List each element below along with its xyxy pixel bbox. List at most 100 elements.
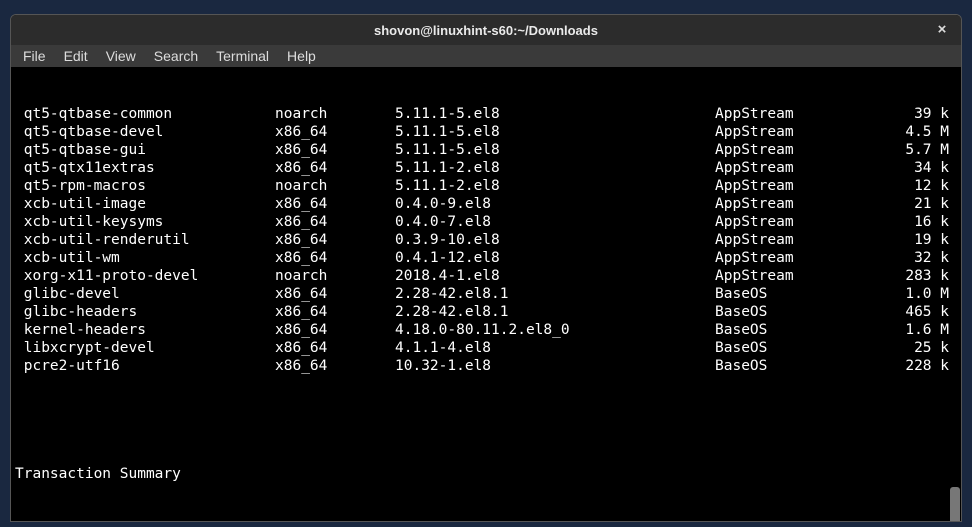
pkg-size: 16 k <box>885 213 957 231</box>
summary-heading: Transaction Summary <box>15 465 957 483</box>
menu-view[interactable]: View <box>106 48 136 64</box>
package-row: pcre2-utf16x86_6410.32-1.el8BaseOS228 k <box>15 357 957 375</box>
pkg-version: 5.11.1-2.el8 <box>395 159 715 177</box>
pkg-name: qt5-qtbase-gui <box>15 141 275 159</box>
pkg-version: 0.4.0-9.el8 <box>395 195 715 213</box>
pkg-name: qt5-qtbase-common <box>15 105 275 123</box>
pkg-name: xcb-util-keysyms <box>15 213 275 231</box>
pkg-size: 1.6 M <box>885 321 957 339</box>
pkg-repo: BaseOS <box>715 303 885 321</box>
pkg-name: glibc-devel <box>15 285 275 303</box>
package-row: qt5-qtbase-develx86_645.11.1-5.el8AppStr… <box>15 123 957 141</box>
pkg-size: 12 k <box>885 177 957 195</box>
menu-help[interactable]: Help <box>287 48 316 64</box>
pkg-arch: x86_64 <box>275 231 395 249</box>
pkg-repo: AppStream <box>715 249 885 267</box>
package-row: qt5-qtbase-guix86_645.11.1-5.el8AppStrea… <box>15 141 957 159</box>
pkg-repo: AppStream <box>715 105 885 123</box>
package-row: xcb-util-imagex86_640.4.0-9.el8AppStream… <box>15 195 957 213</box>
pkg-name: xcb-util-image <box>15 195 275 213</box>
pkg-arch: x86_64 <box>275 123 395 141</box>
pkg-arch: x86_64 <box>275 285 395 303</box>
pkg-repo: AppStream <box>715 195 885 213</box>
pkg-repo: BaseOS <box>715 339 885 357</box>
pkg-arch: noarch <box>275 177 395 195</box>
pkg-name: xcb-util-renderutil <box>15 231 275 249</box>
pkg-version: 2.28-42.el8.1 <box>395 303 715 321</box>
pkg-size: 34 k <box>885 159 957 177</box>
pkg-version: 5.11.1-5.el8 <box>395 105 715 123</box>
package-row: glibc-headersx86_642.28-42.el8.1BaseOS46… <box>15 303 957 321</box>
pkg-name: pcre2-utf16 <box>15 357 275 375</box>
package-row: qt5-qtbase-commonnoarch5.11.1-5.el8AppSt… <box>15 105 957 123</box>
terminal-window: shovon@linuxhint-s60:~/Downloads × File … <box>10 14 962 522</box>
menu-edit[interactable]: Edit <box>64 48 88 64</box>
pkg-version: 0.3.9-10.el8 <box>395 231 715 249</box>
pkg-version: 2.28-42.el8.1 <box>395 285 715 303</box>
pkg-arch: x86_64 <box>275 159 395 177</box>
menubar: File Edit View Search Terminal Help <box>11 45 961 67</box>
pkg-name: libxcrypt-devel <box>15 339 275 357</box>
pkg-version: 5.11.1-2.el8 <box>395 177 715 195</box>
pkg-arch: x86_64 <box>275 303 395 321</box>
package-row: xcb-util-renderutilx86_640.3.9-10.el8App… <box>15 231 957 249</box>
package-row: kernel-headersx86_644.18.0-80.11.2.el8_0… <box>15 321 957 339</box>
pkg-version: 5.11.1-5.el8 <box>395 123 715 141</box>
pkg-repo: AppStream <box>715 231 885 249</box>
pkg-name: qt5-qtx11extras <box>15 159 275 177</box>
menu-search[interactable]: Search <box>154 48 198 64</box>
pkg-version: 2018.4-1.el8 <box>395 267 715 285</box>
pkg-version: 10.32-1.el8 <box>395 357 715 375</box>
pkg-size: 32 k <box>885 249 957 267</box>
pkg-repo: AppStream <box>715 213 885 231</box>
pkg-size: 21 k <box>885 195 957 213</box>
summary-separator: ========================================… <box>15 519 957 521</box>
pkg-arch: x86_64 <box>275 213 395 231</box>
pkg-name: xcb-util-wm <box>15 249 275 267</box>
package-row: libxcrypt-develx86_644.1.1-4.el8BaseOS25… <box>15 339 957 357</box>
menu-file[interactable]: File <box>23 48 46 64</box>
pkg-repo: BaseOS <box>715 321 885 339</box>
package-row: xcb-util-keysymsx86_640.4.0-7.el8AppStre… <box>15 213 957 231</box>
window-title: shovon@linuxhint-s60:~/Downloads <box>374 23 598 38</box>
scrollbar-thumb[interactable] <box>950 487 960 521</box>
pkg-arch: x86_64 <box>275 249 395 267</box>
pkg-name: qt5-rpm-macros <box>15 177 275 195</box>
pkg-arch: x86_64 <box>275 357 395 375</box>
pkg-version: 0.4.0-7.el8 <box>395 213 715 231</box>
pkg-arch: noarch <box>275 105 395 123</box>
pkg-repo: BaseOS <box>715 357 885 375</box>
pkg-size: 5.7 M <box>885 141 957 159</box>
titlebar: shovon@linuxhint-s60:~/Downloads × <box>11 15 961 45</box>
terminal-output[interactable]: qt5-qtbase-commonnoarch5.11.1-5.el8AppSt… <box>11 67 961 521</box>
pkg-name: qt5-qtbase-devel <box>15 123 275 141</box>
pkg-version: 0.4.1-12.el8 <box>395 249 715 267</box>
pkg-repo: AppStream <box>715 123 885 141</box>
pkg-repo: AppStream <box>715 159 885 177</box>
pkg-name: xorg-x11-proto-devel <box>15 267 275 285</box>
package-row: xorg-x11-proto-develnoarch2018.4-1.el8Ap… <box>15 267 957 285</box>
pkg-version: 4.1.1-4.el8 <box>395 339 715 357</box>
menu-terminal[interactable]: Terminal <box>216 48 269 64</box>
pkg-arch: x86_64 <box>275 321 395 339</box>
pkg-arch: x86_64 <box>275 141 395 159</box>
pkg-arch: x86_64 <box>275 195 395 213</box>
pkg-arch: x86_64 <box>275 339 395 357</box>
close-button[interactable]: × <box>931 19 953 41</box>
pkg-size: 228 k <box>885 357 957 375</box>
pkg-name: glibc-headers <box>15 303 275 321</box>
pkg-repo: BaseOS <box>715 285 885 303</box>
blank-line <box>15 411 957 429</box>
package-row: qt5-qtx11extrasx86_645.11.1-2.el8AppStre… <box>15 159 957 177</box>
package-row: qt5-rpm-macrosnoarch5.11.1-2.el8AppStrea… <box>15 177 957 195</box>
pkg-size: 283 k <box>885 267 957 285</box>
pkg-size: 465 k <box>885 303 957 321</box>
pkg-size: 1.0 M <box>885 285 957 303</box>
pkg-size: 19 k <box>885 231 957 249</box>
pkg-version: 4.18.0-80.11.2.el8_0 <box>395 321 715 339</box>
pkg-size: 25 k <box>885 339 957 357</box>
pkg-version: 5.11.1-5.el8 <box>395 141 715 159</box>
package-row: xcb-util-wmx86_640.4.1-12.el8AppStream32… <box>15 249 957 267</box>
pkg-repo: AppStream <box>715 141 885 159</box>
package-row: glibc-develx86_642.28-42.el8.1BaseOS1.0 … <box>15 285 957 303</box>
